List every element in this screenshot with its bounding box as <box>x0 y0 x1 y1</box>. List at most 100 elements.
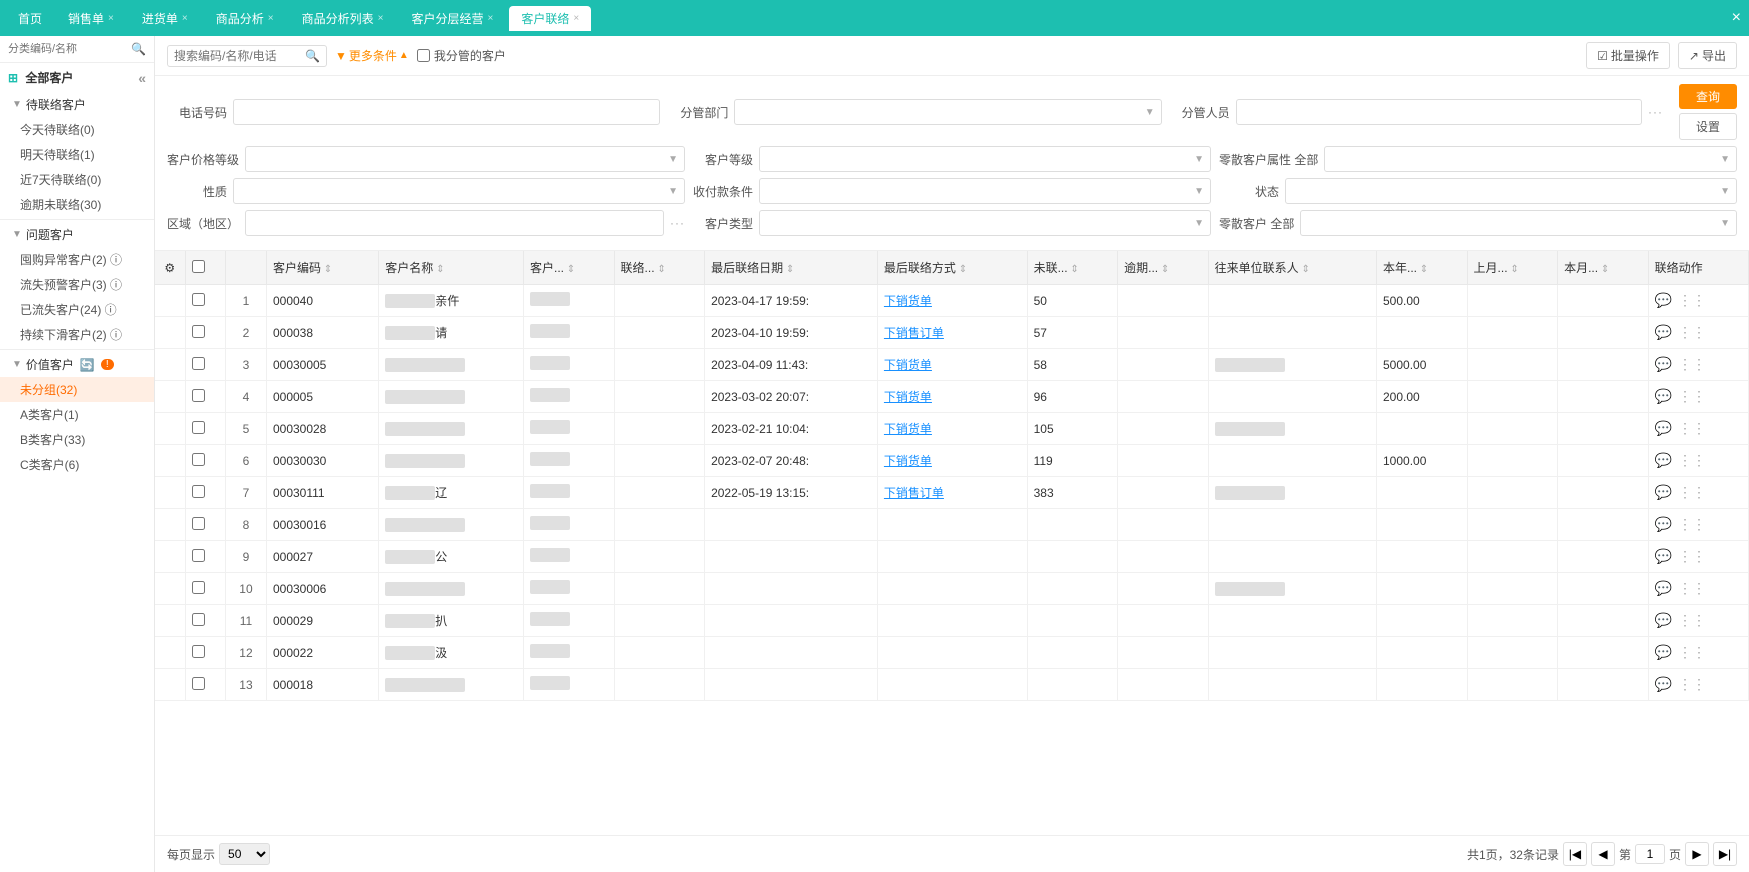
sidebar-item-abnormal[interactable]: 囤购异常客户(2) ⓘ <box>0 247 154 272</box>
menu-icon[interactable]: ⋮⋮ <box>1678 292 1706 309</box>
filter-cust-level-select[interactable]: ▼ <box>759 146 1211 172</box>
nav-tab-purchase[interactable]: 进货单 × <box>130 6 200 31</box>
menu-icon[interactable]: ⋮⋮ <box>1678 324 1706 341</box>
last-method-link[interactable]: 下销货单 <box>884 454 932 468</box>
nav-tab-customer-mgr[interactable]: 客户分层经营 × <box>399 6 505 31</box>
last-method-link[interactable]: 下销售订单 <box>884 486 944 500</box>
filter-dept-select[interactable]: ▼ <box>734 99 1161 125</box>
page-size-select[interactable]: 50 100 200 <box>219 843 270 865</box>
last-method-link[interactable]: 下销货单 <box>884 422 932 436</box>
reset-button[interactable]: 设置 <box>1679 113 1737 140</box>
menu-icon[interactable]: ⋮⋮ <box>1678 452 1706 469</box>
sidebar-item-today[interactable]: 今天待联络(0) <box>0 117 154 142</box>
row-checkbox[interactable] <box>192 645 205 658</box>
chat-icon[interactable]: 💬 <box>1655 548 1672 565</box>
nav-tab-sales-close[interactable]: × <box>108 13 114 24</box>
sidebar-collapse-button[interactable]: « <box>138 70 146 86</box>
filter-payment-select[interactable]: ▼ <box>759 178 1211 204</box>
sidebar-group-value[interactable]: ▼ 价值客户 🔄 ! <box>0 352 154 377</box>
row-checkbox[interactable] <box>192 549 205 562</box>
my-customers-checkbox[interactable] <box>417 49 430 62</box>
sidebar-item-tomorrow[interactable]: 明天待联络(1) <box>0 142 154 167</box>
column-checkbox[interactable] <box>185 251 225 285</box>
sidebar-group-pending[interactable]: ▼ 待联络客户 <box>0 92 154 117</box>
row-checkbox[interactable] <box>192 453 205 466</box>
batch-operation-button[interactable]: ☑ 批量操作 <box>1586 42 1670 69</box>
row-checkbox[interactable] <box>192 517 205 530</box>
last-method-link[interactable]: 下销货单 <box>884 294 932 308</box>
page-number-input[interactable] <box>1635 844 1665 864</box>
sidebar-item-class-b[interactable]: B类客户(33) <box>0 427 154 452</box>
sidebar-item-warn[interactable]: 流失预警客户(3) ⓘ <box>0 272 154 297</box>
row-checkbox[interactable] <box>192 485 205 498</box>
menu-icon[interactable]: ⋮⋮ <box>1678 548 1706 565</box>
sidebar-item-class-a[interactable]: A类客户(1) <box>0 402 154 427</box>
row-checkbox[interactable] <box>192 357 205 370</box>
refresh-icon[interactable]: 🔄 <box>80 358 95 372</box>
column-overdue[interactable]: 逾期... <box>1118 251 1209 285</box>
filter-search-icon[interactable]: 🔍 <box>305 49 320 63</box>
sidebar-item-ungroup[interactable]: 未分组(32) <box>0 377 154 402</box>
column-category[interactable]: 客户... <box>524 251 615 285</box>
prev-page-button[interactable]: ◀ <box>1591 842 1615 866</box>
menu-icon[interactable]: ⋮⋮ <box>1678 388 1706 405</box>
row-checkbox[interactable] <box>192 389 205 402</box>
filter-region-select[interactable] <box>245 210 664 236</box>
filter-person-dots[interactable]: ··· <box>1648 105 1663 119</box>
column-settings[interactable]: ⚙ <box>155 251 185 285</box>
column-name[interactable]: 客户名称 <box>379 251 524 285</box>
nav-tab-analysis-close[interactable]: × <box>268 13 274 24</box>
filter-sparse-cust-select[interactable]: ▼ <box>1300 210 1737 236</box>
filter-more-conditions[interactable]: ▼ 更多条件 ▲ <box>335 47 409 64</box>
next-page-button[interactable]: ▶ <box>1685 842 1709 866</box>
filter-status-select[interactable]: ▼ <box>1285 178 1737 204</box>
column-this-year[interactable]: 本年... <box>1377 251 1468 285</box>
column-not-contacted[interactable]: 未联... <box>1027 251 1118 285</box>
chat-icon[interactable]: 💬 <box>1655 292 1672 309</box>
query-button[interactable]: 查询 <box>1679 84 1737 109</box>
export-button[interactable]: ↗ 导出 <box>1678 42 1737 69</box>
nav-tab-sales[interactable]: 销售单 × <box>56 6 126 31</box>
nav-tab-customer-mgr-close[interactable]: × <box>487 13 493 24</box>
row-checkbox[interactable] <box>192 325 205 338</box>
column-last-method[interactable]: 最后联络方式 <box>877 251 1027 285</box>
row-checkbox[interactable] <box>192 421 205 434</box>
chat-icon[interactable]: 💬 <box>1655 644 1672 661</box>
row-checkbox[interactable] <box>192 613 205 626</box>
chat-icon[interactable]: 💬 <box>1655 420 1672 437</box>
chat-icon[interactable]: 💬 <box>1655 356 1672 373</box>
menu-icon[interactable]: ⋮⋮ <box>1678 516 1706 533</box>
last-method-link[interactable]: 下销售订单 <box>884 326 944 340</box>
chat-icon[interactable]: 💬 <box>1655 612 1672 629</box>
filter-region-dots[interactable]: ··· <box>670 216 685 230</box>
sidebar-item-overdue[interactable]: 逾期未联络(30) <box>0 192 154 217</box>
first-page-button[interactable]: |◀ <box>1563 842 1587 866</box>
chat-icon[interactable]: 💬 <box>1655 676 1672 693</box>
menu-icon[interactable]: ⋮⋮ <box>1678 420 1706 437</box>
nav-tab-analysis-list[interactable]: 商品分析列表 × <box>290 6 396 31</box>
row-checkbox[interactable] <box>192 677 205 690</box>
menu-icon[interactable]: ⋮⋮ <box>1678 644 1706 661</box>
chat-icon[interactable]: 💬 <box>1655 324 1672 341</box>
sidebar-item-class-c[interactable]: C类客户(6) <box>0 452 154 477</box>
filter-cust-type-select[interactable]: ▼ <box>759 210 1211 236</box>
sidebar-item-lost[interactable]: 已流失客户(24) ⓘ <box>0 297 154 322</box>
nav-home-tab[interactable]: 首页 <box>8 6 52 31</box>
menu-icon[interactable]: ⋮⋮ <box>1678 676 1706 693</box>
column-code[interactable]: 客户编码 <box>266 251 378 285</box>
filter-phone-input[interactable] <box>233 99 660 125</box>
sidebar-search-icon[interactable]: 🔍 <box>131 42 146 56</box>
last-method-link[interactable]: 下销货单 <box>884 390 932 404</box>
chat-icon[interactable]: 💬 <box>1655 484 1672 501</box>
column-contact[interactable]: 联络... <box>614 251 705 285</box>
filter-person-select[interactable] <box>1236 99 1642 125</box>
column-this-month[interactable]: 本月... <box>1558 251 1649 285</box>
close-all-tabs-button[interactable]: × <box>1732 9 1741 27</box>
sidebar-item-declining[interactable]: 持续下滑客户(2) ⓘ <box>0 322 154 347</box>
row-checkbox[interactable] <box>192 293 205 306</box>
row-checkbox[interactable] <box>192 581 205 594</box>
sidebar-item-7days[interactable]: 近7天待联络(0) <box>0 167 154 192</box>
filter-price-level-select[interactable]: ▼ <box>245 146 685 172</box>
filter-sparse-attr-select[interactable]: ▼ <box>1324 146 1737 172</box>
sidebar-group-problem[interactable]: ▼ 问题客户 <box>0 222 154 247</box>
